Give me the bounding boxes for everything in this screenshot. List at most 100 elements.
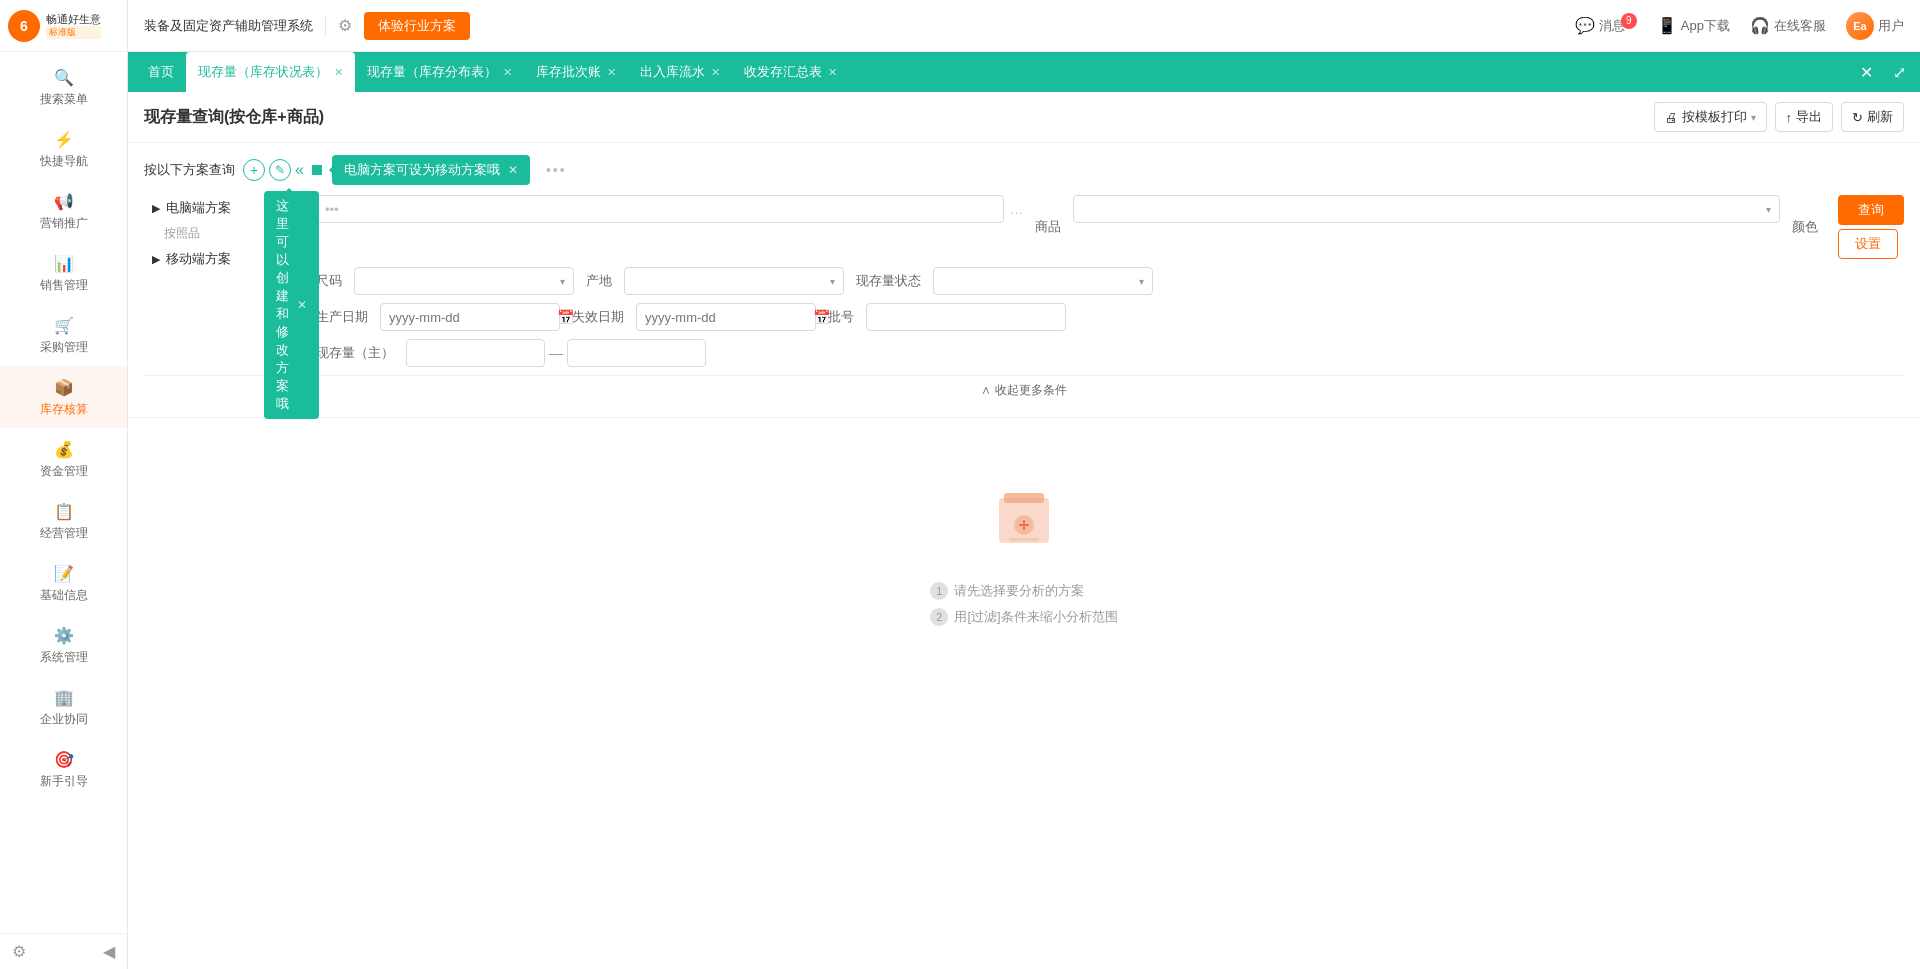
sidebar-item-marketing[interactable]: 📢 营销推广 (0, 180, 127, 242)
tab-close-batch-account[interactable]: ✕ (607, 66, 616, 79)
inventory-icon: 📦 (53, 376, 75, 398)
notification-area[interactable]: 💬 消息 9 (1575, 16, 1637, 35)
filter-edit-button[interactable]: ✎ (269, 159, 291, 181)
sidebar-item-basic-info[interactable]: 📝 基础信息 (0, 552, 127, 614)
sidebar-item-guide[interactable]: 🎯 新手引导 (0, 738, 127, 800)
collapse-more-conditions[interactable]: ∧ 收起更多条件 (144, 375, 1904, 405)
filter-label: 按以下方案查询 (144, 161, 235, 179)
commodity-select[interactable]: ••• (316, 195, 1004, 223)
settings-icon[interactable]: ⚙ (12, 942, 26, 961)
system-name: 装备及固定资产辅助管理系统 (144, 17, 313, 35)
marketing-icon: 📢 (53, 190, 75, 212)
commodity-dots: … (1010, 202, 1023, 217)
finance-icon: 💰 (53, 438, 75, 460)
inventory-status-select[interactable]: ▾ (933, 267, 1153, 295)
filter-row-3: 生产日期 📅 失效日期 📅 批号 (316, 303, 1904, 331)
gear-settings-icon[interactable]: ⚙ (338, 16, 352, 35)
toolbar-actions: 🖨 按模板打印 ▾ ↑ 导出 ↻ 刷新 (1654, 102, 1905, 132)
app-download-area[interactable]: 📱 App下载 (1657, 16, 1730, 35)
tab-home[interactable]: 首页 (136, 63, 186, 81)
export-button[interactable]: ↑ 导出 (1775, 102, 1834, 132)
production-date-label: 生产日期 (316, 308, 368, 326)
app-header: 装备及固定资产辅助管理系统 ⚙ 体验行业方案 💬 消息 9 📱 App下载 🎧 … (128, 0, 1920, 52)
purchase-icon: 🛒 (53, 314, 75, 336)
system-icon: ⚙️ (53, 624, 75, 646)
filter-main-layout: ▶ 电脑端方案 这里可以创建和修改方案哦 ✕ 按照品 (144, 195, 1904, 375)
enterprise-icon: 🏢 (53, 686, 75, 708)
sidebar-item-system[interactable]: ⚙️ 系统管理 (0, 614, 127, 676)
size-label: 尺码 (316, 272, 342, 290)
sidebar-item-search-menu[interactable]: 🔍 搜索菜单 (0, 56, 127, 118)
stock-qty-from-input[interactable] (406, 339, 545, 367)
size-chevron: ▾ (560, 276, 565, 287)
tab-collect-summary[interactable]: 收发存汇总表 ✕ (732, 52, 849, 92)
tabs-actions: ✕ ⤢ (1854, 61, 1912, 84)
sidebar-item-inventory[interactable]: 📦 库存核算 (0, 366, 127, 428)
stock-qty-to-input[interactable] (567, 339, 706, 367)
search-setup-buttons: 查询 设置 (1838, 195, 1904, 259)
sales-icon: 📊 (53, 252, 75, 274)
filter-back-button[interactable]: « (295, 161, 304, 179)
empty-step-1: 1 请先选择要分析的方案 (930, 578, 1117, 604)
collapse-sidebar-btn[interactable]: ◀ (103, 942, 115, 961)
filter-add-button[interactable]: + (243, 159, 265, 181)
scheme-tooltip-close[interactable]: ✕ (508, 163, 518, 177)
tab-bar: 首页 现存量（库存状况表） ✕ 现存量（库存分布表） ✕ 库存批次账 ✕ 出入库… (128, 52, 1920, 92)
create-tooltip-area: 这里可以创建和修改方案哦 ✕ (264, 191, 319, 419)
tab-inventory-dist[interactable]: 现存量（库存分布表） ✕ (355, 52, 524, 92)
refresh-button[interactable]: ↻ 刷新 (1841, 102, 1904, 132)
size-select[interactable]: ▾ (354, 267, 574, 295)
main-area: 装备及固定资产辅助管理系统 ⚙ 体验行业方案 💬 消息 9 📱 App下载 🎧 … (128, 0, 1920, 969)
sidebar-item-sales[interactable]: 📊 销售管理 (0, 242, 127, 304)
inventory-status-chevron: ▾ (1139, 276, 1144, 287)
page-toolbar: 现存量查询(按仓库+商品) 🖨 按模板打印 ▾ ↑ 导出 ↻ 刷新 (128, 92, 1920, 143)
expand-tabs-icon[interactable]: ⤢ (1887, 61, 1912, 84)
color-select[interactable]: ▾ (1073, 195, 1780, 223)
create-tooltip-close[interactable]: ✕ (297, 298, 307, 312)
scheme-tooltip: 电脑方案可设为移动方案哦 ✕ (332, 155, 530, 185)
production-date-from-input[interactable] (389, 310, 557, 325)
user-area[interactable]: Ea 用户 (1846, 12, 1904, 40)
create-tooltip: 这里可以创建和修改方案哦 ✕ (264, 191, 319, 419)
origin-select[interactable]: ▾ (624, 267, 844, 295)
sidebar-item-finance[interactable]: 💰 资金管理 (0, 428, 127, 490)
svg-rect-1 (1004, 493, 1044, 503)
tab-batch-account[interactable]: 库存批次账 ✕ (524, 52, 628, 92)
inventory-status-label: 现存量状态 (856, 272, 921, 290)
setup-button[interactable]: 设置 (1838, 229, 1898, 259)
filter-row-2: 尺码 ▾ 产地 ▾ 现存量状态 ▾ (316, 267, 1904, 295)
sidebar: 6 畅通好生意 标准版 🔍 搜索菜单 ⚡ 快捷导航 📢 营销推广 📊 销售管理 … (0, 0, 128, 969)
svg-rect-5 (1009, 538, 1039, 541)
sidebar-item-quick-nav[interactable]: ⚡ 快捷导航 (0, 118, 127, 180)
color-chevron: ▾ (1766, 204, 1771, 215)
expiry-date-label: 失效日期 (572, 308, 624, 326)
production-date-from[interactable]: 📅 (380, 303, 560, 331)
tab-inout-flow[interactable]: 出入库流水 ✕ (628, 52, 732, 92)
mobile-scheme-arrow: ▶ (152, 253, 160, 266)
expiry-date-from-input[interactable] (645, 310, 813, 325)
template-print-button[interactable]: 🖨 按模板打印 ▾ (1654, 102, 1767, 132)
online-support-area[interactable]: 🎧 在线客服 (1750, 16, 1826, 35)
tab-close-inout-flow[interactable]: ✕ (711, 66, 720, 79)
origin-chevron: ▾ (830, 276, 835, 287)
empty-state-illustration (984, 478, 1064, 558)
empty-state-steps: 1 请先选择要分析的方案 2 用[过滤]条件来缩小分析范围 (930, 578, 1117, 630)
message-icon: 💬 (1575, 16, 1595, 35)
close-all-tabs-icon[interactable]: ✕ (1854, 61, 1879, 84)
search-button[interactable]: 查询 (1838, 195, 1904, 225)
dots-menu-button[interactable]: ••• (546, 162, 567, 178)
tab-inventory-status[interactable]: 现存量（库存状况表） ✕ (186, 52, 355, 92)
batch-no-input[interactable] (866, 303, 1066, 331)
scheme-tooltip-area: 电脑方案可设为移动方案哦 ✕ (332, 155, 530, 185)
tab-close-inventory-status[interactable]: ✕ (334, 66, 343, 79)
mobile-icon: 📱 (1657, 16, 1677, 35)
header-left: 装备及固定资产辅助管理系统 ⚙ 体验行业方案 (144, 12, 470, 40)
sidebar-item-operations[interactable]: 📋 经营管理 (0, 490, 127, 552)
tab-close-inventory-dist[interactable]: ✕ (503, 66, 512, 79)
sidebar-item-enterprise[interactable]: 🏢 企业协同 (0, 676, 127, 738)
tab-close-collect-summary[interactable]: ✕ (828, 66, 837, 79)
search-menu-icon: 🔍 (53, 66, 75, 88)
expiry-date-from[interactable]: 📅 (636, 303, 816, 331)
sidebar-item-purchase[interactable]: 🛒 采购管理 (0, 304, 127, 366)
industry-solution-button[interactable]: 体验行业方案 (364, 12, 470, 40)
